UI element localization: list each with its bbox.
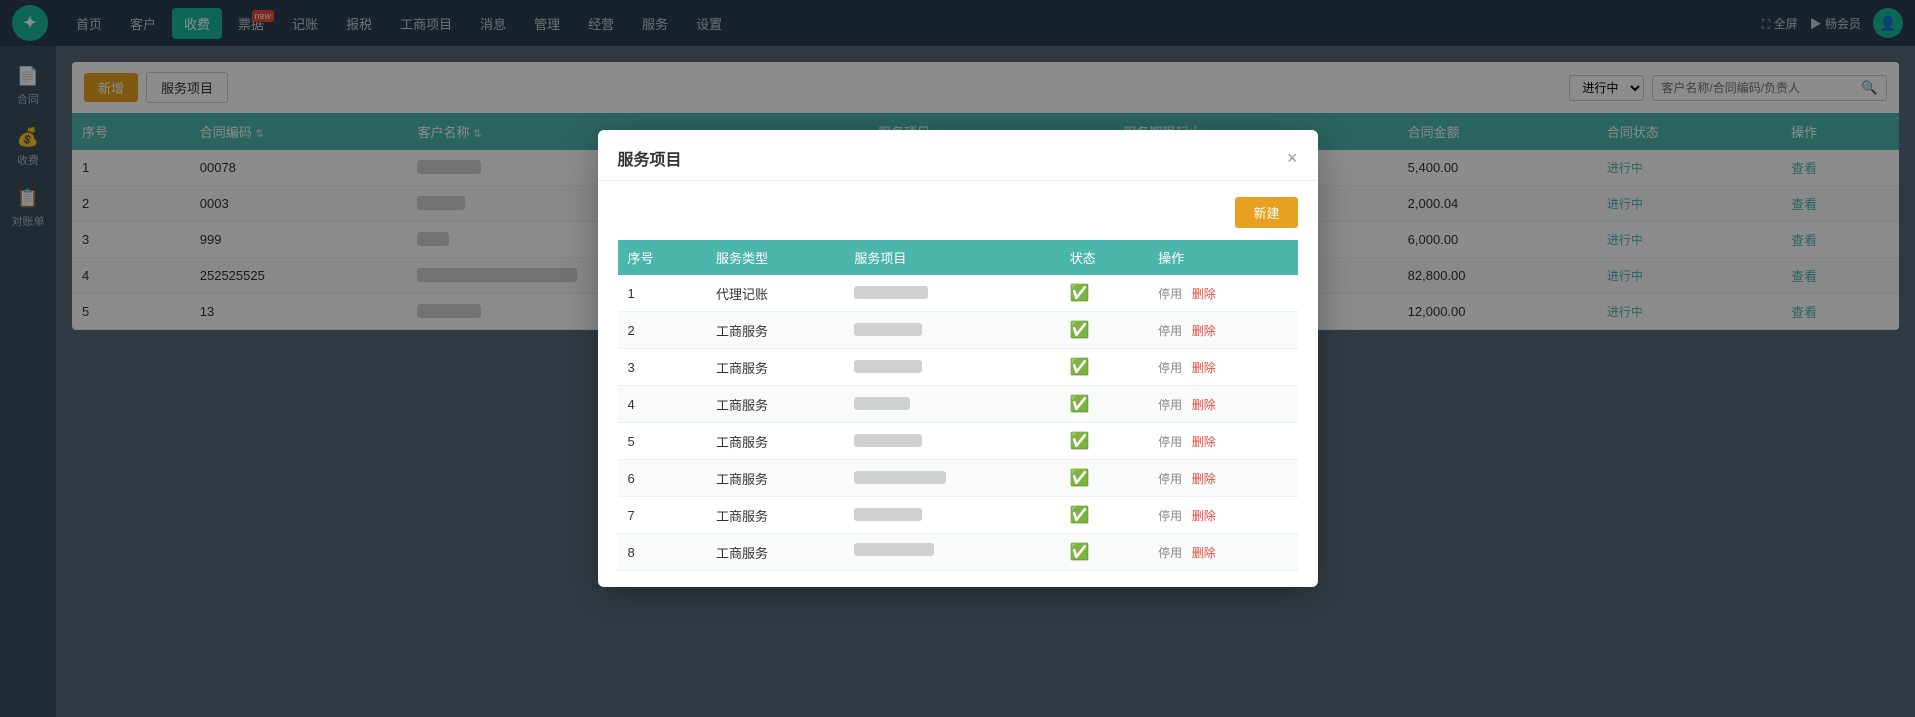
modal-cell-seq: 7 <box>618 497 706 534</box>
modal-col-status: 状态 <box>1060 240 1148 275</box>
status-check-icon: ✅ <box>1070 396 1090 413</box>
delete-button[interactable]: 删除 <box>1192 361 1216 375</box>
modal-table-row: 2 工商服务 ████ ✅ 停用 删除 <box>618 312 1298 349</box>
status-check-icon: ✅ <box>1070 359 1090 376</box>
modal-cell-type: 代理记账 <box>706 275 844 312</box>
modal-body: 新建 序号 服务类型 服务项目 状态 操作 1 代理记账 <box>598 181 1318 587</box>
modal-col-action: 操作 <box>1148 240 1297 275</box>
modal-table-row: 7 工商服务 ████ ✅ 停用 删除 <box>618 497 1298 534</box>
modal-header: 服务项目 × <box>598 130 1318 181</box>
modal-cell-item: ████ <box>844 349 1059 386</box>
delete-button[interactable]: 删除 <box>1192 324 1216 338</box>
modal-col-type: 服务类型 <box>706 240 844 275</box>
stop-button[interactable]: 停用 <box>1158 509 1182 523</box>
modal-cell-type: 工商服务 <box>706 423 844 460</box>
service-table: 序号 服务类型 服务项目 状态 操作 1 代理记账 ████1 ✅ 停用 删除 … <box>618 240 1298 571</box>
modal-table-row: 5 工商服务 ████ ✅ 停用 删除 <box>618 423 1298 460</box>
modal-col-seq: 序号 <box>618 240 706 275</box>
stop-button[interactable]: 停用 <box>1158 287 1182 301</box>
stop-button[interactable]: 停用 <box>1158 546 1182 560</box>
modal-cell-item: ████ <box>844 423 1059 460</box>
modal-cell-action: 停用 删除 <box>1148 460 1297 497</box>
modal-cell-status: ✅ <box>1060 349 1148 386</box>
modal-new-button[interactable]: 新建 <box>1235 197 1297 228</box>
modal-cell-seq: 4 <box>618 386 706 423</box>
delete-button[interactable]: 删除 <box>1192 546 1216 560</box>
status-check-icon: ✅ <box>1070 470 1090 487</box>
modal-cell-action: 停用 删除 <box>1148 275 1297 312</box>
modal-cell-status: ✅ <box>1060 312 1148 349</box>
modal-cell-seq: 2 <box>618 312 706 349</box>
modal-toolbar: 新建 <box>618 197 1298 228</box>
modal-cell-type: 工商服务 <box>706 312 844 349</box>
modal-cell-type: 工商服务 <box>706 460 844 497</box>
modal-table-row: 4 工商服务 ███ ✅ 停用 删除 <box>618 386 1298 423</box>
modal-cell-type: 工商服务 <box>706 386 844 423</box>
modal-cell-status: ✅ <box>1060 275 1148 312</box>
stop-button[interactable]: 停用 <box>1158 324 1182 338</box>
modal-cell-item: ███注册 <box>844 534 1059 571</box>
modal-cell-type: 工商服务 <box>706 497 844 534</box>
delete-button[interactable]: 删除 <box>1192 398 1216 412</box>
modal-table-row: 6 工商服务 ██████ ✅ 停用 删除 <box>618 460 1298 497</box>
modal-cell-type: 工商服务 <box>706 534 844 571</box>
modal-cell-seq: 1 <box>618 275 706 312</box>
modal-cell-status: ✅ <box>1060 497 1148 534</box>
modal-col-item: 服务项目 <box>844 240 1059 275</box>
modal-table-row: 8 工商服务 ███注册 ✅ 停用 删除 <box>618 534 1298 571</box>
modal-cell-status: ✅ <box>1060 386 1148 423</box>
modal-cell-seq: 6 <box>618 460 706 497</box>
modal-cell-item: ████ <box>844 312 1059 349</box>
stop-button[interactable]: 停用 <box>1158 472 1182 486</box>
delete-button[interactable]: 删除 <box>1192 435 1216 449</box>
modal-cell-action: 停用 删除 <box>1148 534 1297 571</box>
modal-cell-seq: 8 <box>618 534 706 571</box>
status-check-icon: ✅ <box>1070 507 1090 524</box>
delete-button[interactable]: 删除 <box>1192 287 1216 301</box>
modal-table-row: 3 工商服务 ████ ✅ 停用 删除 <box>618 349 1298 386</box>
modal-cell-seq: 3 <box>618 349 706 386</box>
service-modal: 服务项目 × 新建 序号 服务类型 服务项目 状态 操作 <box>598 130 1318 587</box>
modal-cell-seq: 5 <box>618 423 706 460</box>
stop-button[interactable]: 停用 <box>1158 361 1182 375</box>
modal-cell-type: 工商服务 <box>706 349 844 386</box>
modal-overlay[interactable]: 服务项目 × 新建 序号 服务类型 服务项目 状态 操作 <box>0 0 1915 717</box>
modal-table-row: 1 代理记账 ████1 ✅ 停用 删除 <box>618 275 1298 312</box>
status-check-icon: ✅ <box>1070 285 1090 302</box>
modal-cell-status: ✅ <box>1060 460 1148 497</box>
modal-cell-item: ████ <box>844 497 1059 534</box>
modal-close-button[interactable]: × <box>1287 148 1298 169</box>
stop-button[interactable]: 停用 <box>1158 435 1182 449</box>
status-check-icon: ✅ <box>1070 433 1090 450</box>
modal-cell-item: ████1 <box>844 275 1059 312</box>
modal-cell-item: ███ <box>844 386 1059 423</box>
modal-cell-action: 停用 删除 <box>1148 349 1297 386</box>
modal-title: 服务项目 <box>618 146 682 170</box>
modal-cell-action: 停用 删除 <box>1148 386 1297 423</box>
delete-button[interactable]: 删除 <box>1192 509 1216 523</box>
modal-cell-action: 停用 删除 <box>1148 497 1297 534</box>
stop-button[interactable]: 停用 <box>1158 398 1182 412</box>
modal-cell-status: ✅ <box>1060 423 1148 460</box>
modal-cell-status: ✅ <box>1060 534 1148 571</box>
status-check-icon: ✅ <box>1070 544 1090 561</box>
modal-cell-item: ██████ <box>844 460 1059 497</box>
modal-scroll-area[interactable]: 序号 服务类型 服务项目 状态 操作 1 代理记账 ████1 ✅ 停用 删除 … <box>618 240 1298 571</box>
status-check-icon: ✅ <box>1070 322 1090 339</box>
modal-cell-action: 停用 删除 <box>1148 423 1297 460</box>
modal-cell-action: 停用 删除 <box>1148 312 1297 349</box>
delete-button[interactable]: 删除 <box>1192 472 1216 486</box>
